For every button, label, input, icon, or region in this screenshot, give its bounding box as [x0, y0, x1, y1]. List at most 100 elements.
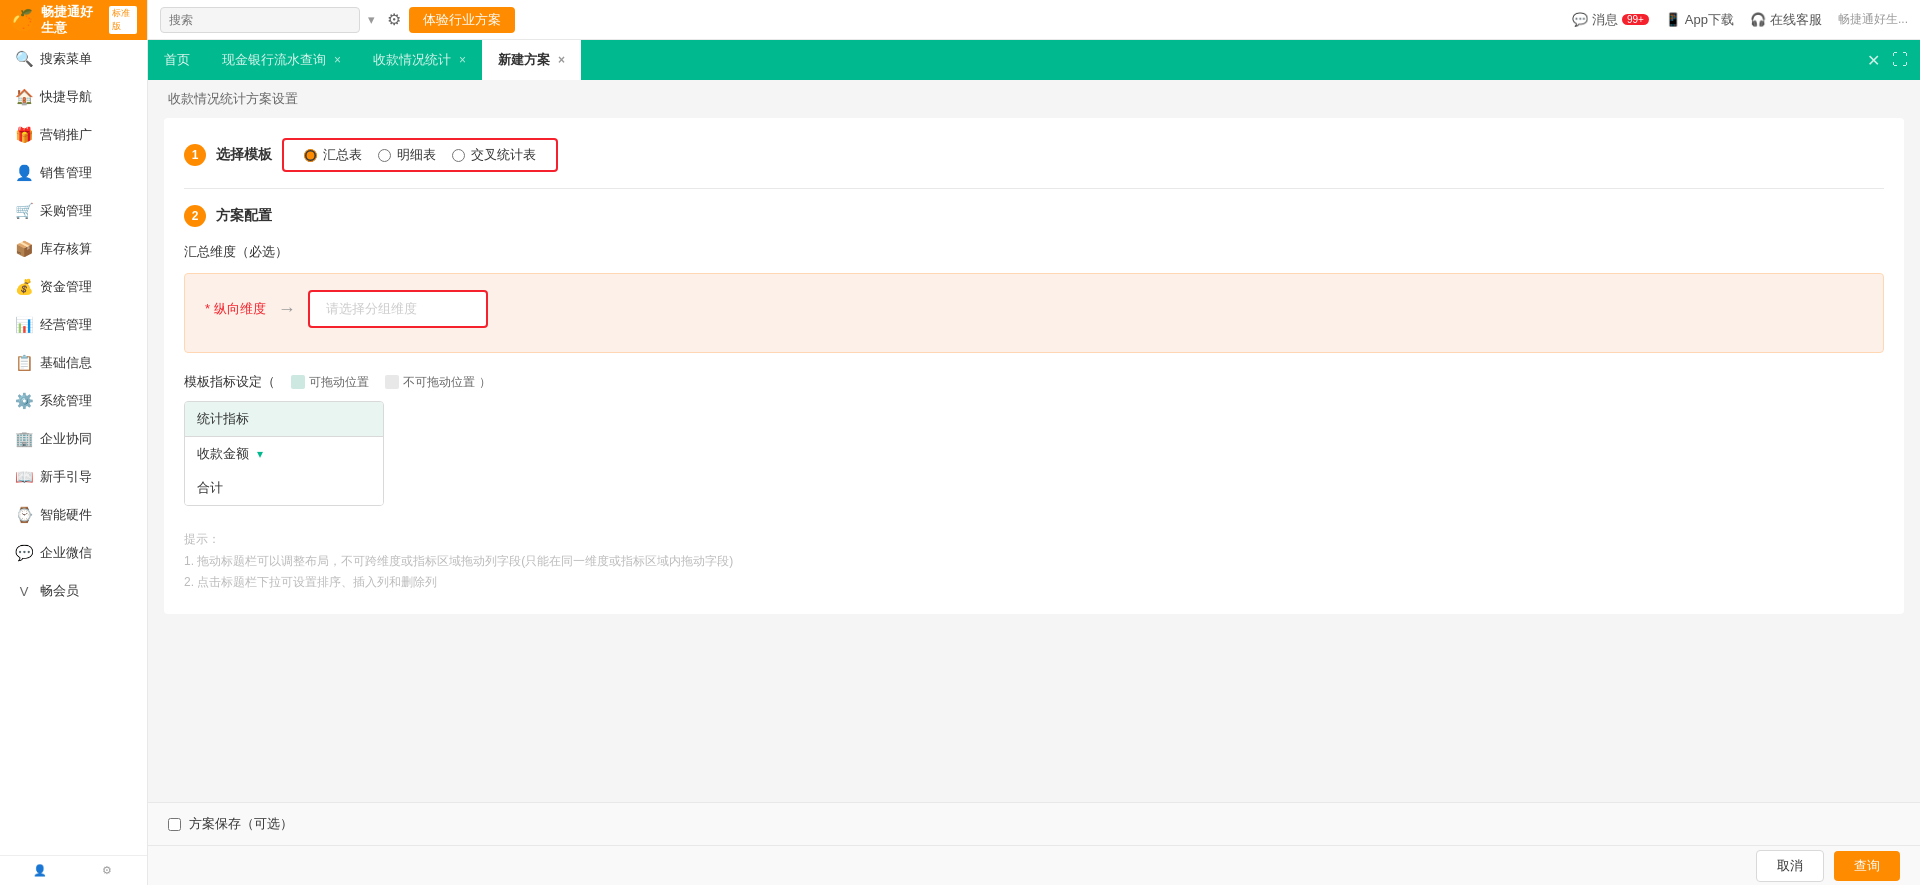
collection-stat-tab-label: 收款情况统计 [373, 51, 451, 69]
tab-new-plan[interactable]: 新建方案 × [482, 40, 581, 80]
no-drag-hint: 不可拖动位置 ） [385, 374, 491, 391]
metrics-table-header-label: 统计指标 [197, 411, 249, 426]
sidebar-item-label: 新手引导 [40, 468, 92, 486]
logo-icon: 🍊 [10, 8, 35, 32]
sidebar-item-basic-info[interactable]: 📋 基础信息 [0, 344, 147, 382]
online-service-button[interactable]: 🎧 在线客服 [1750, 11, 1822, 29]
sidebar-item-sales[interactable]: 👤 销售管理 [0, 154, 147, 192]
metrics-title: 模板指标设定（ [184, 373, 275, 391]
logo-badge: 标准版 [109, 6, 137, 34]
column-dropdown-icon[interactable]: ▾ [257, 447, 263, 461]
template-selector-box: 汇总表 明细表 交叉统计表 [282, 138, 558, 172]
no-drag-paren: ） [479, 374, 491, 391]
message-icon: 💬 [1572, 12, 1588, 27]
enterprise-wechat-icon: 💬 [16, 545, 32, 561]
sidebar-item-inventory[interactable]: 📦 库存核算 [0, 230, 147, 268]
sidebar-item-label: 企业协同 [40, 430, 92, 448]
beginner-icon: 📖 [16, 469, 32, 485]
sidebar-item-enterprise-collab[interactable]: 🏢 企业协同 [0, 420, 147, 458]
maximize-icon[interactable]: ⛶ [1888, 47, 1912, 73]
tab-collection-stat[interactable]: 收款情况统计 × [357, 40, 482, 80]
sidebar-item-smart-hardware[interactable]: ⌚ 智能硬件 [0, 496, 147, 534]
collection-amount-label: 收款金额 [197, 445, 249, 463]
user-menu[interactable]: 畅捷通好生... [1838, 11, 1908, 28]
tip-line-2: 2. 点击标题栏下拉可设置排序、插入列和删除列 [184, 572, 1884, 594]
gear-icon[interactable]: ⚙ [387, 10, 401, 29]
sidebar-bottom-left[interactable]: 👤 [8, 864, 72, 877]
close-all-icon[interactable]: ✕ [1863, 47, 1884, 74]
search-dropdown-icon[interactable]: ▾ [368, 12, 375, 27]
app-download-button[interactable]: 📱 App下载 [1665, 11, 1734, 29]
search-menu-icon: 🔍 [16, 51, 32, 67]
sidebar-item-label: 经营管理 [40, 316, 92, 334]
template-detail-radio[interactable] [378, 149, 391, 162]
topbar-right: 💬 消息 99+ 📱 App下载 🎧 在线客服 畅捷通好生... [1572, 11, 1908, 29]
sidebar-item-label: 采购管理 [40, 202, 92, 220]
message-badge: 99+ [1622, 14, 1649, 25]
sidebar-item-enterprise-wechat[interactable]: 💬 企业微信 [0, 534, 147, 572]
smart-hardware-icon: ⌚ [16, 507, 32, 523]
sidebar-item-finance[interactable]: 💰 资金管理 [0, 268, 147, 306]
divider-step1-step2 [184, 188, 1884, 189]
sidebar-item-quick-nav[interactable]: 🏠 快捷导航 [0, 78, 147, 116]
template-summary-label: 汇总表 [323, 146, 362, 164]
cancel-button[interactable]: 取消 [1756, 850, 1824, 882]
bank-flow-close-icon[interactable]: × [334, 53, 341, 67]
settings-card: 1 选择模板 汇总表 明细表 交叉统计表 [164, 118, 1904, 614]
new-plan-close-icon[interactable]: × [558, 53, 565, 67]
sidebar-item-system[interactable]: ⚙️ 系统管理 [0, 382, 147, 420]
save-checkbox[interactable] [168, 818, 181, 831]
marketing-icon: 🎁 [16, 127, 32, 143]
drag-indicator-icon [291, 375, 305, 389]
tabbar: 首页 现金银行流水查询 × 收款情况统计 × 新建方案 × ✕ ⛶ [148, 40, 1920, 80]
dimension-area: 纵向维度 → 请选择分组维度 [184, 273, 1884, 353]
tip-line-1: 1. 拖动标题栏可以调整布局，不可跨维度或指标区域拖动列字段(只能在同一维度或指… [184, 551, 1884, 573]
step2-section: 2 方案配置 汇总维度（必选） 纵向维度 → 请选择分组维度 模板 [184, 205, 1884, 594]
save-label: 方案保存（可选） [189, 815, 293, 833]
template-cross-radio[interactable] [452, 149, 465, 162]
search-input[interactable] [160, 7, 360, 33]
tabbar-actions: ✕ ⛶ [1863, 47, 1920, 74]
online-service-label: 在线客服 [1770, 11, 1822, 29]
purchase-icon: 🛒 [16, 203, 32, 219]
sidebar-bottom-right[interactable]: ⚙ [76, 864, 140, 877]
template-detail-option[interactable]: 明细表 [378, 146, 436, 164]
template-cross-option[interactable]: 交叉统计表 [452, 146, 536, 164]
trial-button[interactable]: 体验行业方案 [409, 7, 515, 33]
query-button[interactable]: 查询 [1834, 851, 1900, 881]
sidebar-item-label: 搜索菜单 [40, 50, 92, 68]
template-summary-radio[interactable] [304, 149, 317, 162]
operation-icon: 📊 [16, 317, 32, 333]
sidebar-item-operation[interactable]: 📊 经营管理 [0, 306, 147, 344]
main-area: ▾ ⚙ 体验行业方案 💬 消息 99+ 📱 App下载 🎧 在线客服 畅捷通好生… [148, 0, 1920, 885]
step1-label: 1 选择模板 汇总表 明细表 交叉统计表 [184, 138, 1884, 172]
bank-flow-tab-label: 现金银行流水查询 [222, 51, 326, 69]
sidebar-item-beginner[interactable]: 📖 新手引导 [0, 458, 147, 496]
inventory-icon: 📦 [16, 241, 32, 257]
basic-info-icon: 📋 [16, 355, 32, 371]
sidebar-item-member[interactable]: V 畅会员 [0, 572, 147, 610]
sidebar-item-label: 资金管理 [40, 278, 92, 296]
sidebar-item-search-menu[interactable]: 🔍 搜索菜单 [0, 40, 147, 78]
quick-nav-icon: 🏠 [16, 89, 32, 105]
metrics-header: 模板指标设定（ 可拖动位置 不可拖动位置 ） [184, 373, 1884, 391]
page-title: 收款情况统计方案设置 [148, 80, 1920, 118]
dimension-select[interactable]: 请选择分组维度 [308, 290, 488, 328]
step2-title: 方案配置 [216, 207, 272, 225]
metrics-table-header: 统计指标 [185, 402, 383, 437]
template-summary-option[interactable]: 汇总表 [304, 146, 362, 164]
message-button[interactable]: 💬 消息 99+ [1572, 11, 1649, 29]
app-icon: 📱 [1665, 12, 1681, 27]
sidebar-item-label: 企业微信 [40, 544, 92, 562]
app-download-label: App下载 [1685, 11, 1734, 29]
save-section: 方案保存（可选） [148, 802, 1920, 845]
sidebar-item-purchase[interactable]: 🛒 采购管理 [0, 192, 147, 230]
tab-bank-flow[interactable]: 现金银行流水查询 × [206, 40, 357, 80]
tips-section: 提示： 1. 拖动标题栏可以调整布局，不可跨维度或指标区域拖动列字段(只能在同一… [184, 529, 1884, 594]
tab-home[interactable]: 首页 [148, 40, 206, 80]
collection-stat-close-icon[interactable]: × [459, 53, 466, 67]
sidebar-item-marketing[interactable]: 🎁 营销推广 [0, 116, 147, 154]
logo-text: 畅捷通好生意 [41, 4, 103, 35]
metrics-table-column-row[interactable]: 收款金额 ▾ [185, 437, 383, 471]
topbar: ▾ ⚙ 体验行业方案 💬 消息 99+ 📱 App下载 🎧 在线客服 畅捷通好生… [148, 0, 1920, 40]
